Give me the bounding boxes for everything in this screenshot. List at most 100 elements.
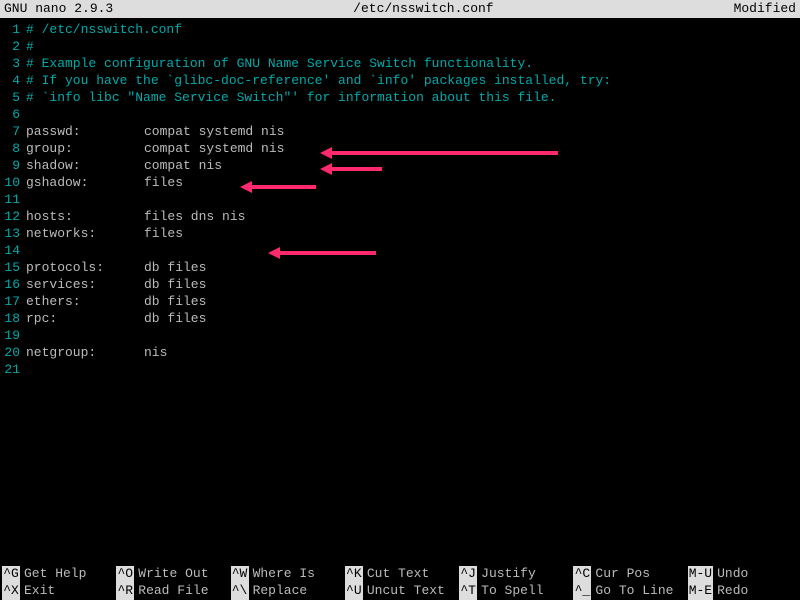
editor-line[interactable]: 11 <box>0 192 800 209</box>
config-key: gshadow: <box>26 175 144 192</box>
shortcut-read-file[interactable]: ^RRead File <box>116 583 226 600</box>
shortcut-label: Cur Pos <box>595 566 650 583</box>
shortcut-redo[interactable]: M-ERedo <box>688 583 798 600</box>
editor-line[interactable]: 10 gshadow:files <box>0 175 800 192</box>
config-value: compat nis <box>144 158 222 175</box>
config-key: rpc: <box>26 311 144 328</box>
shortcut-justify[interactable]: ^JJustify <box>459 566 569 583</box>
shortcut-key: ^_ <box>573 583 591 600</box>
shortcut-key: M-E <box>688 583 713 600</box>
config-value: compat systemd nis <box>144 124 284 141</box>
app-name: GNU nano 2.9.3 <box>4 1 113 18</box>
file-path: /etc/nsswitch.conf <box>113 1 733 18</box>
line-number: 8 <box>0 141 20 158</box>
line-number: 2 <box>0 39 20 56</box>
shortcut-label: Get Help <box>24 566 86 583</box>
shortcut-key: ^R <box>116 583 134 600</box>
line-number: 15 <box>0 260 20 277</box>
modified-status: Modified <box>734 1 796 18</box>
shortcut-key: ^X <box>2 583 20 600</box>
line-number: 11 <box>0 192 20 209</box>
shortcut-exit[interactable]: ^XExit <box>2 583 112 600</box>
editor-line[interactable]: 14 <box>0 243 800 260</box>
shortcut-write-out[interactable]: ^OWrite Out <box>116 566 226 583</box>
shortcut-label: Justify <box>481 566 536 583</box>
editor-line[interactable]: 12 hosts:files dns nis <box>0 209 800 226</box>
config-key: protocols: <box>26 260 144 277</box>
line-number: 3 <box>0 56 20 73</box>
config-value: db files <box>144 277 206 294</box>
editor-line[interactable]: 5# `info libc "Name Service Switch"' for… <box>0 90 800 107</box>
comment-text: # Example configuration of GNU Name Serv… <box>26 56 533 73</box>
config-key: passwd: <box>26 124 144 141</box>
shortcut-label: Write Out <box>138 566 208 583</box>
editor-line[interactable]: 19 <box>0 328 800 345</box>
line-number: 19 <box>0 328 20 345</box>
editor-line[interactable]: 3 # Example configuration of GNU Name Ser… <box>0 56 800 73</box>
config-key: netgroup: <box>26 345 144 362</box>
shortcut-cut-text[interactable]: ^KCut Text <box>345 566 455 583</box>
editor-line[interactable]: 13networks:files <box>0 226 800 243</box>
comment-text: # If you have the `glibc-doc-reference' … <box>26 73 611 90</box>
shortcut-get-help[interactable]: ^GGet Help <box>2 566 112 583</box>
line-number: 21 <box>0 362 20 379</box>
editor-line[interactable]: 6 <box>0 107 800 124</box>
editor-line[interactable]: 7passwd:compat systemd nis <box>0 124 800 141</box>
title-bar: GNU nano 2.9.3 /etc/nsswitch.conf Modifi… <box>0 0 800 18</box>
config-value: db files <box>144 294 206 311</box>
config-value: files dns nis <box>144 209 245 226</box>
editor-line[interactable]: 18 rpc:db files <box>0 311 800 328</box>
line-number: 13 <box>0 226 20 243</box>
shortcut-label: To Spell <box>481 583 543 600</box>
editor-line[interactable]: 2# <box>0 39 800 56</box>
shortcut-uncut-text[interactable]: ^UUncut Text <box>345 583 455 600</box>
comment-text: # /etc/nsswitch.conf <box>26 22 182 39</box>
shortcut-key: ^\ <box>231 583 249 600</box>
config-value: db files <box>144 311 206 328</box>
editor-line[interactable]: 9shadow:compat nis <box>0 158 800 175</box>
editor-line[interactable]: 8 group:compat systemd nis <box>0 141 800 158</box>
config-key: group: <box>26 141 144 158</box>
comment-text: # <box>26 39 34 56</box>
shortcut-key: M-U <box>688 566 713 583</box>
line-number: 1 <box>0 22 20 39</box>
line-number: 12 <box>0 209 20 226</box>
shortcut-cur-pos[interactable]: ^CCur Pos <box>573 566 683 583</box>
shortcut-key: ^T <box>459 583 477 600</box>
line-number: 10 <box>0 175 20 192</box>
shortcut-to-spell[interactable]: ^TTo Spell <box>459 583 569 600</box>
line-number: 18 <box>0 311 20 328</box>
shortcut-bar: ^GGet Help^OWrite Out^WWhere Is^KCut Tex… <box>0 566 800 600</box>
shortcut-undo[interactable]: M-UUndo <box>688 566 798 583</box>
editor-line[interactable]: 17ethers:db files <box>0 294 800 311</box>
editor-line[interactable]: 15protocols:db files <box>0 260 800 277</box>
line-number: 20 <box>0 345 20 362</box>
config-key: shadow: <box>26 158 144 175</box>
shortcut-key: ^W <box>231 566 249 583</box>
line-number: 17 <box>0 294 20 311</box>
config-key: services: <box>26 277 144 294</box>
config-key: hosts: <box>26 209 144 226</box>
line-number: 5 <box>0 90 20 107</box>
editor-line[interactable]: 4# If you have the `glibc-doc-reference'… <box>0 73 800 90</box>
editor-line[interactable]: 21 <box>0 362 800 379</box>
shortcut-label: Replace <box>253 583 308 600</box>
shortcut-key: ^J <box>459 566 477 583</box>
shortcut-label: Undo <box>717 566 748 583</box>
shortcut-label: Go To Line <box>595 583 673 600</box>
line-number: 16 <box>0 277 20 294</box>
shortcut-label: Uncut Text <box>367 583 445 600</box>
editor-line[interactable]: 1 # /etc/nsswitch.conf <box>0 22 800 39</box>
editor-area[interactable]: 1# /etc/nsswitch.conf2#3# Example config… <box>0 18 800 566</box>
config-value: compat systemd nis <box>144 141 284 158</box>
shortcut-go-to-line[interactable]: ^_Go To Line <box>573 583 683 600</box>
editor-line[interactable]: 20netgroup:nis <box>0 345 800 362</box>
config-value: files <box>144 226 183 243</box>
config-value: files <box>144 175 183 192</box>
editor-line[interactable]: 16 services:db files <box>0 277 800 294</box>
shortcut-label: Read File <box>138 583 208 600</box>
shortcut-replace[interactable]: ^\Replace <box>231 583 341 600</box>
shortcut-label: Where Is <box>253 566 315 583</box>
shortcut-where-is[interactable]: ^WWhere Is <box>231 566 341 583</box>
shortcut-label: Cut Text <box>367 566 429 583</box>
